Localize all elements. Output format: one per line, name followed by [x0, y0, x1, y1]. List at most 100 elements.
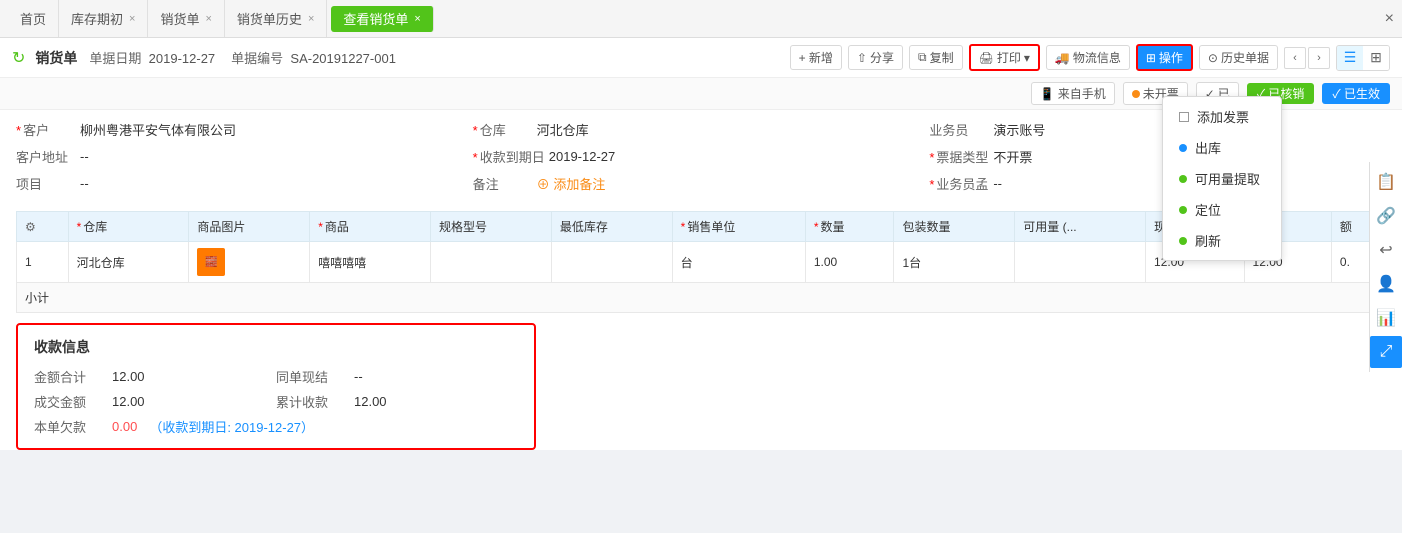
same-order-settlement-value: -- [354, 369, 363, 384]
sidebar-icon-user[interactable]: 👤 [1370, 268, 1402, 300]
row-available [1015, 242, 1146, 283]
share-button-label: 分享 [870, 49, 894, 66]
col-settings: ⚙ [17, 212, 69, 242]
remark-label: 备注 [473, 174, 533, 193]
col-warehouse: 仓库 [68, 212, 189, 242]
staff-value: 演示账号 [989, 120, 1049, 139]
tab-view-sales-order[interactable]: 查看销货单 × [331, 6, 433, 32]
dropdown-item-outbound[interactable]: 出库 [1163, 132, 1281, 163]
refresh-icon [1179, 237, 1187, 245]
tab-view-sales-order-label: 查看销货单 [343, 9, 408, 28]
customer-value: 柳州粤港平安气体有限公司 [76, 120, 240, 139]
tab-inventory-init[interactable]: 库存期初 × [59, 0, 148, 37]
dropdown-item-refresh[interactable]: 刷新 [1163, 225, 1281, 256]
share-button[interactable]: ⇧ 分享 [848, 45, 903, 70]
tab-home[interactable]: 首页 [8, 0, 59, 37]
project-label: 项目 [16, 174, 76, 193]
mobile-icon: 📱 [1040, 87, 1055, 101]
grid-view-button[interactable]: ⊞ [1363, 46, 1389, 70]
next-record-button[interactable]: › [1308, 47, 1330, 69]
address-label: 客户地址 [16, 147, 76, 166]
subtotal-row: 小计 [17, 283, 1386, 313]
operations-icon: ⊞ [1146, 51, 1156, 65]
tab-sales-order-history[interactable]: 销货单历史 × [225, 0, 327, 37]
print-button[interactable]: 🖨 打印 ▾ [969, 44, 1040, 71]
tab-inventory-init-close[interactable]: × [129, 13, 135, 25]
locate-icon [1179, 206, 1187, 214]
add-invoice-label: 添加发票 [1197, 107, 1249, 126]
toolbar: ↻ 销货单 单据日期 2019-12-27 单据编号 SA-20191227-0… [0, 38, 1402, 78]
same-order-settlement-label: 同单现结 [276, 367, 346, 386]
tab-sales-order-history-close[interactable]: × [308, 13, 314, 25]
sidebar-icon-clipboard[interactable]: 📋 [1370, 166, 1402, 198]
col-min-stock: 最低库存 [551, 212, 672, 242]
remark-field: 备注 ⊕ 添加备注 [473, 174, 930, 193]
transaction-amount-value: 12.00 [112, 394, 145, 409]
dropdown-item-locate[interactable]: 定位 [1163, 194, 1281, 225]
copy-button[interactable]: ⧉ 复制 [909, 45, 963, 70]
tab-sales-order-close[interactable]: × [205, 13, 211, 25]
cumulative-payment-row: 累计收款 12.00 [276, 392, 518, 411]
tab-view-sales-order-close[interactable]: × [414, 13, 420, 25]
address-field: 客户地址 -- [16, 147, 473, 166]
project-field: 项目 -- [16, 174, 473, 193]
row-warehouse: 河北仓库 [68, 242, 189, 283]
sidebar-icon-link[interactable]: 🔗 [1370, 200, 1402, 232]
mobile-button[interactable]: 📱 来自手机 [1031, 82, 1115, 105]
list-view-button[interactable]: ☰ [1337, 46, 1363, 70]
summary-title: 收款信息 [34, 337, 518, 357]
row-min-stock [551, 242, 672, 283]
total-amount-label: 金额合计 [34, 367, 104, 386]
effective-badge: ✓ 已生效 [1322, 83, 1390, 104]
view-toggle: ☰ ⊞ [1336, 45, 1390, 71]
sidebar-icon-chart[interactable]: 📊 [1370, 302, 1402, 334]
add-remark-button[interactable]: ⊕ 添加备注 [533, 174, 610, 193]
share-icon: ⇧ [857, 51, 867, 65]
operations-button[interactable]: ⊞ 操作 [1136, 44, 1193, 71]
mobile-button-label: 来自手机 [1058, 85, 1106, 102]
summary-grid: 金额合计 12.00 同单现结 -- 成交金额 12.00 累计收款 12.00… [34, 367, 518, 436]
ticket-type-label: 票据类型 [929, 147, 989, 166]
col-spec: 规格型号 [431, 212, 552, 242]
total-amount-row: 金额合计 12.00 [34, 367, 276, 386]
logistics-button[interactable]: 🚚 物流信息 [1046, 45, 1130, 70]
dropdown-item-available-qty[interactable]: 可用量提取 [1163, 163, 1281, 194]
sidebar-icon-expand[interactable]: ⤢ [1370, 336, 1402, 368]
tab-sales-order[interactable]: 销货单 × [148, 0, 224, 37]
salesperson-label: 业务员孟 [929, 174, 989, 193]
warehouse-label: 仓库 [473, 120, 533, 139]
settings-icon[interactable]: ⚙ [25, 220, 36, 234]
meta-date-label: 单据日期 2019-12-27 [89, 48, 215, 67]
due-date-value: 2019-12-27 [545, 149, 620, 164]
due-date-label: 收款到期日 [473, 147, 545, 166]
due-date-field: 收款到期日 2019-12-27 [473, 147, 930, 166]
col-pack-qty: 包装数量 [894, 212, 1015, 242]
row-quantity: 1.00 [805, 242, 894, 283]
copy-button-label: 复制 [930, 49, 954, 66]
col-available: 可用量 (... [1015, 212, 1146, 242]
doc-title: 销货单 [35, 48, 77, 68]
new-button[interactable]: + 新增 [790, 45, 842, 70]
sidebar-icon-undo[interactable]: ↩ [1370, 234, 1402, 266]
col-quantity: 数量 [805, 212, 894, 242]
operations-button-label: 操作 [1159, 49, 1183, 66]
product-image: 🧱 [197, 248, 225, 276]
row-no: 1 [17, 242, 69, 283]
meta-no-value: SA-20191227-001 [290, 51, 396, 66]
salesperson-field: 业务员孟 -- [929, 174, 1386, 193]
dropdown-item-add-invoice[interactable]: 添加发票 [1163, 101, 1281, 132]
summary-section: 收款信息 金额合计 12.00 同单现结 -- 成交金额 12.00 累计收款 … [16, 323, 536, 450]
current-arrears-value: 0.00 [112, 419, 137, 434]
project-value: -- [76, 176, 93, 191]
outbound-icon [1179, 144, 1187, 152]
prev-record-button[interactable]: ‹ [1284, 47, 1306, 69]
cumulative-payment-label: 累计收款 [276, 392, 346, 411]
customer-field: 客户 柳州粤港平安气体有限公司 [16, 120, 473, 139]
staff-label: 业务员 [929, 120, 989, 139]
tab-home-label: 首页 [20, 9, 46, 28]
nav-arrows: ‹ › [1284, 47, 1330, 69]
col-product-img: 商品图片 [189, 212, 310, 242]
window-close-button[interactable]: × [1385, 10, 1394, 28]
warehouse-field: 仓库 河北仓库 [473, 120, 930, 139]
history-button[interactable]: ⊙ 历史单据 [1199, 45, 1278, 70]
